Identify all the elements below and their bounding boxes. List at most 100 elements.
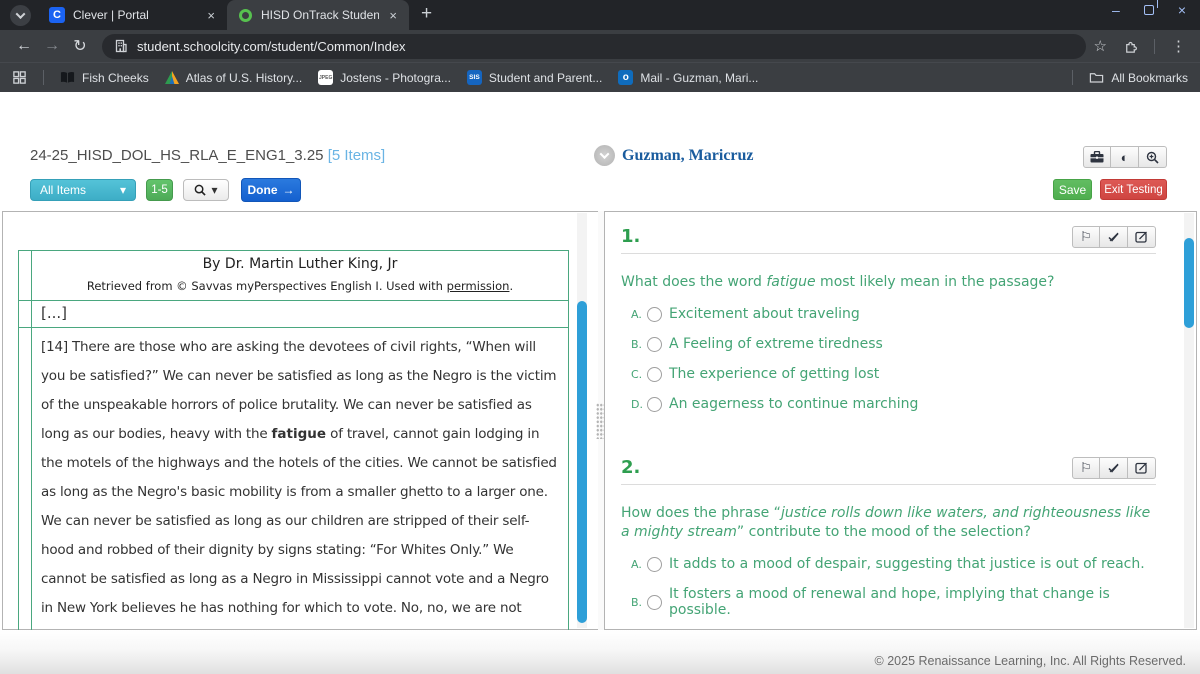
radio-button[interactable] [647,306,662,322]
bookmark-star-icon[interactable]: ☆ [1094,37,1107,55]
search-icon [195,184,207,196]
apps-grid-icon[interactable] [12,70,27,85]
question-number: 2. [621,457,641,478]
bookmark-label: Mail - Guzman, Mari... [640,70,759,85]
question-1: 1. ⚐ What does the word fatigue most lik… [605,212,1196,412]
option-a[interactable]: A. It adds to a mood of despair, suggest… [631,556,1156,572]
briefcase-icon [1090,151,1104,163]
question-tools: ⚐ [1072,226,1156,248]
book-icon [60,71,75,83]
option-text: It adds to a mood of despair, suggesting… [669,556,1145,572]
tab-clever-portal[interactable]: C Clever | Portal × [39,0,227,30]
flag-button[interactable]: ⚐ [1072,457,1100,479]
prompt-text: ” contribute to the mood of the selectio… [736,524,1031,540]
search-dropdown[interactable]: ▾ [183,179,229,201]
exit-testing-button[interactable]: Exit Testing [1100,179,1167,200]
contrast-button[interactable]: ◐ [1111,146,1139,168]
questions-scrollbar-thumb[interactable] [1184,238,1194,328]
outlook-icon: o [618,70,634,85]
option-c[interactable]: C. The experience of getting lost [631,366,1156,382]
option-a[interactable]: A. Excitement about traveling [631,306,1156,322]
bookmark-sis[interactable]: SIS Student and Parent... [466,70,602,85]
range-label: 1-5 [151,184,168,196]
collapse-toggle[interactable] [594,145,615,166]
radio-button[interactable] [647,336,662,352]
passage-header-cell: By Dr. Martin Luther King, Jr Retrieved … [31,250,569,301]
divider [43,70,44,85]
edit-note-icon [1135,231,1147,243]
divider [621,484,1156,485]
option-letter: D. [631,397,643,411]
save-button[interactable]: Save [1053,179,1092,200]
toolbar-actions: ☆ ⋮ [1094,37,1190,55]
flag-button[interactable]: ⚐ [1072,226,1100,248]
radio-button[interactable] [647,556,662,572]
browser-menu-icon[interactable]: ⋮ [1171,37,1186,55]
divider [1154,38,1155,54]
done-button[interactable]: Done → [241,178,301,202]
question-number: 1. [621,226,641,247]
close-window-button[interactable]: × [1178,3,1186,17]
passage-panel: By Dr. Martin Luther King, Jr Retrieved … [2,211,599,674]
test-title: 24-25_HISD_DOL_HS_RLA_E_ENG1_3.25 [5 Ite… [30,147,385,164]
bookmark-fish-cheeks[interactable]: Fish Cheeks [60,71,149,85]
close-tab-icon[interactable]: × [205,7,217,24]
toolbox-button[interactable] [1083,146,1111,168]
notepad-button[interactable] [1128,226,1156,248]
check-strike-icon [1108,463,1119,473]
passage-scrollbar-thumb[interactable] [577,301,587,623]
option-letter: B. [631,337,643,351]
bookmark-label: Fish Cheeks [82,70,149,85]
notepad-button[interactable] [1128,457,1156,479]
eliminate-answer-button[interactable] [1100,457,1128,479]
extensions-icon[interactable] [1123,39,1138,54]
test-name: 24-25_HISD_DOL_HS_RLA_E_ENG1_3.25 [30,147,324,164]
option-b[interactable]: B. It fosters a mood of renewal and hope… [631,586,1156,618]
item-range-button[interactable]: 1-5 [146,179,173,201]
flag-icon: ⚐ [1080,229,1092,245]
all-bookmarks-button[interactable]: All Bookmarks [1089,71,1188,85]
minimize-button[interactable]: – [1112,3,1120,17]
bookmark-jostens[interactable]: JPEG Jostens - Photogra... [318,70,451,85]
tab-search-button[interactable] [10,5,31,26]
radio-button[interactable] [647,396,662,412]
bookmark-mail[interactable]: o Mail - Guzman, Mari... [618,70,758,85]
tab-hisd-ontrack[interactable]: HISD OnTrack Student | Renais × [227,0,409,30]
restore-button[interactable] [1143,5,1154,15]
item-controls: All Items ▾ 1-5 ▾ Done → [30,178,301,202]
radio-button[interactable] [647,594,662,610]
save-label: Save [1058,182,1087,197]
done-label: Done [247,183,278,197]
question-header: 1. ⚐ [621,226,1156,248]
flag-icon: ⚐ [1080,460,1092,476]
permission-link[interactable]: permission [447,279,510,293]
question-tools: ⚐ [1072,457,1156,479]
image-file-icon: JPEG [318,70,334,85]
table-row: By Dr. Martin Luther King, Jr Retrieved … [18,250,569,301]
browser-chrome: C Clever | Portal × HISD OnTrack Student… [0,0,1200,92]
passage-byline: By Dr. Martin Luther King, Jr [202,256,398,272]
prompt-text: How does the phrase “ [621,505,781,521]
save-exit-group: Save Exit Testing [1053,179,1167,200]
bookmark-atlas[interactable]: Atlas of U.S. History... [164,71,302,85]
option-text: The experience of getting lost [669,366,880,382]
reload-button[interactable]: ↻ [66,36,94,56]
forward-button[interactable]: → [38,37,66,55]
eliminate-answer-button[interactable] [1100,226,1128,248]
new-tab-button[interactable]: + [421,3,432,25]
chevron-down-icon [599,149,610,160]
back-button[interactable]: ← [10,37,38,55]
all-items-dropdown[interactable]: All Items ▾ [30,179,136,201]
option-d[interactable]: D. An eagerness to continue marching [631,396,1156,412]
close-tab-icon[interactable]: × [387,7,399,24]
option-b[interactable]: B. A Feeling of extreme tiredness [631,336,1156,352]
testing-page: 24-25_HISD_DOL_HS_RLA_E_ENG1_3.25 [5 Ite… [0,92,1200,674]
address-bar[interactable]: student.schoolcity.com/student/Common/In… [102,33,1086,59]
question-prompt: What does the word fatigue most likely m… [621,273,1156,292]
questions-panel: 1. ⚐ What does the word fatigue most lik… [604,211,1197,664]
attribution-text: Retrieved from © Savvas myPerspectives E… [86,279,447,293]
radio-button[interactable] [647,366,662,382]
student-header: Guzman, Maricruz [594,145,754,166]
zoom-button[interactable] [1139,146,1167,168]
bookmarks-bar: Fish Cheeks Atlas of U.S. History... JPE… [0,62,1200,92]
